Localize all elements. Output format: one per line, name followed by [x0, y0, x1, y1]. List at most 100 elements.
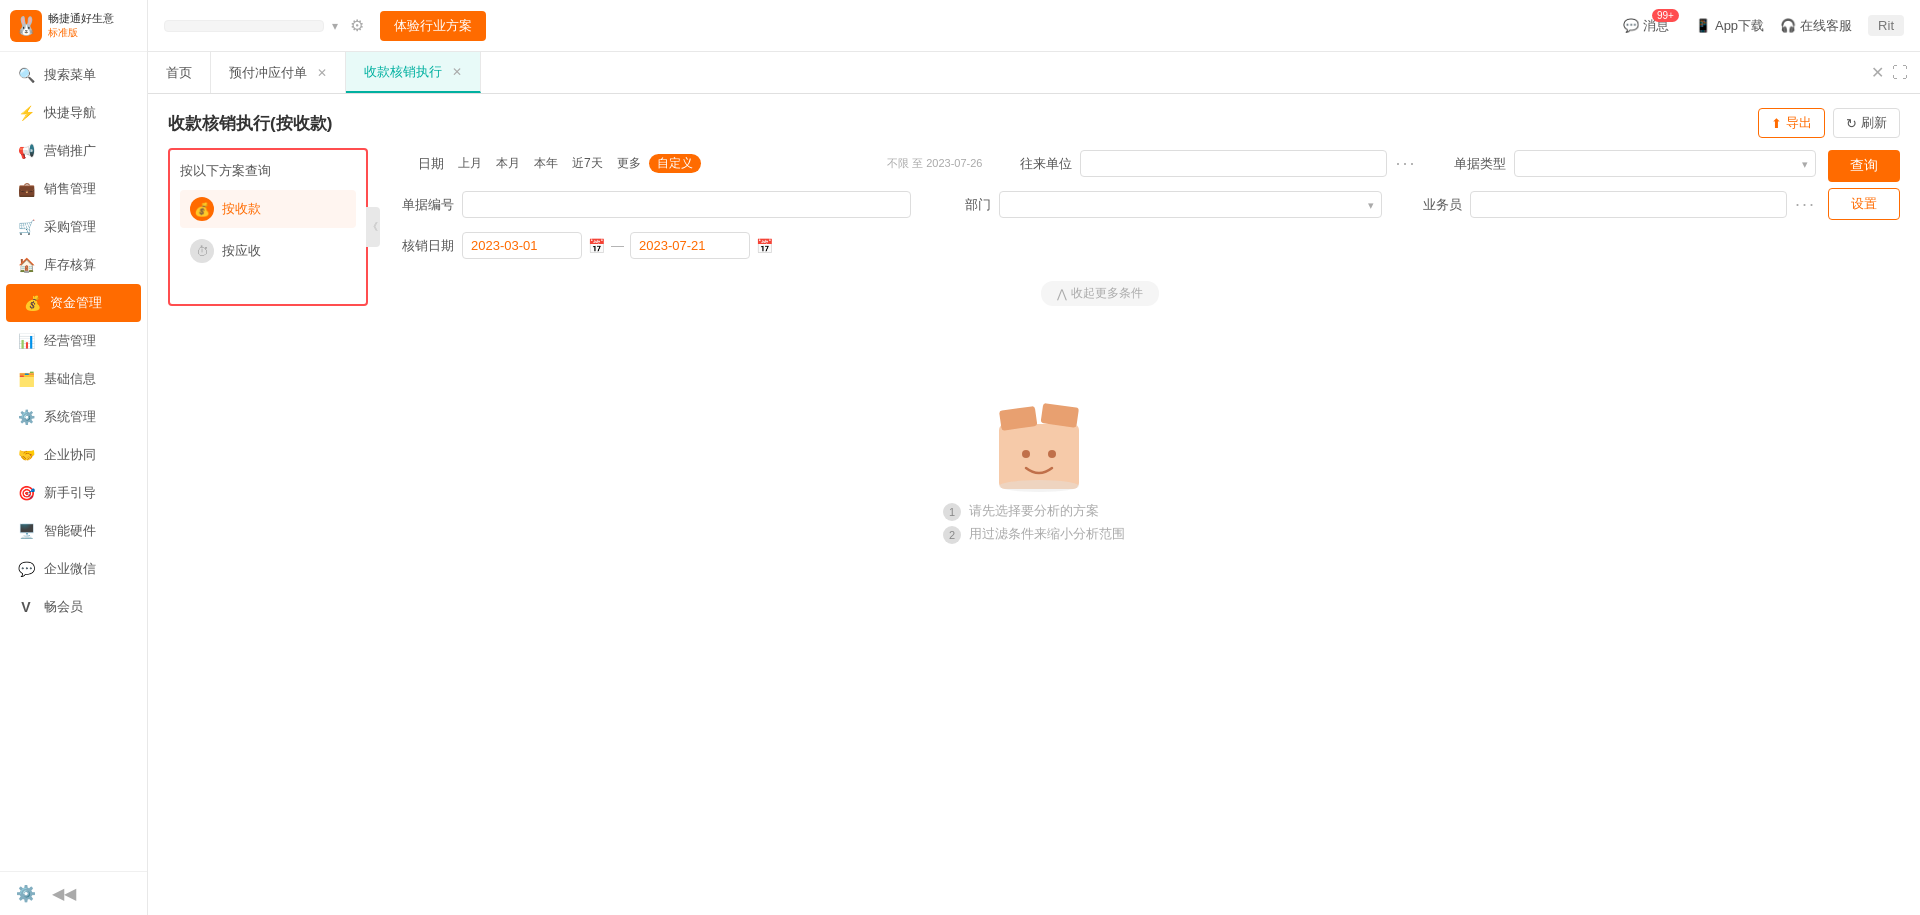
tab-home-label: 首页 — [166, 64, 192, 82]
settings-footer-icon[interactable]: ⚙️ — [16, 884, 36, 903]
online-service-label: 在线客服 — [1800, 17, 1852, 35]
export-button[interactable]: ⬆ 导出 — [1758, 108, 1825, 138]
sales-icon: 💼 — [16, 181, 36, 197]
tab-close-verify-icon[interactable]: ✕ — [452, 65, 462, 79]
date-label: 日期 — [384, 155, 444, 173]
sidebar-item-label: 新手引导 — [44, 484, 96, 502]
collapse-sidebar-icon[interactable]: ◀◀ — [52, 884, 76, 903]
sidebar-item-member[interactable]: V 畅会员 — [0, 588, 147, 626]
verify-date-start-input[interactable] — [462, 232, 582, 259]
sidebar-item-label: 资金管理 — [50, 294, 102, 312]
dept-select[interactable] — [999, 191, 1382, 218]
sidebar-item-system[interactable]: ⚙️ 系统管理 — [0, 398, 147, 436]
date-tab-custom[interactable]: 自定义 — [649, 154, 701, 173]
voucher-no-input[interactable] — [462, 191, 911, 218]
receipt-option-label: 按收款 — [222, 200, 261, 218]
management-icon: 📊 — [16, 333, 36, 349]
voucher-no-label: 单据编号 — [384, 196, 454, 214]
header-gear-icon[interactable]: ⚙ — [350, 16, 364, 35]
verify-end-calendar-icon[interactable]: 📅 — [756, 238, 773, 254]
user-profile[interactable]: Rit — [1868, 15, 1904, 36]
logo-icon: 🐰 — [10, 10, 42, 42]
verify-date-end-input[interactable] — [630, 232, 750, 259]
counterpart-input[interactable] — [1080, 150, 1387, 177]
date-tab-this-month[interactable]: 本月 — [490, 153, 526, 174]
collapse-more-button[interactable]: ⋀ 收起更多条件 — [1041, 281, 1159, 306]
sidebar-item-guide[interactable]: 🎯 新手引导 — [0, 474, 147, 512]
staff-input[interactable] — [1470, 191, 1787, 218]
sidebar-item-finance[interactable]: 💰 资金管理 — [6, 284, 141, 322]
tab-verify[interactable]: 收款核销执行 ✕ — [346, 52, 481, 93]
sidebar-nav: 🔍 搜索菜单 ⚡ 快捷导航 📢 营销推广 💼 销售管理 🛒 采购管理 🏠 库存核… — [0, 52, 147, 871]
date-tab-7days[interactable]: 近7天 — [566, 153, 609, 174]
industry-solution-button[interactable]: 体验行业方案 — [380, 11, 486, 41]
online-service-button[interactable]: 🎧 在线客服 — [1780, 17, 1852, 35]
empty-state: 1 请先选择要分析的方案 2 用过滤条件来缩小分析范围 — [168, 306, 1900, 588]
query-button[interactable]: 查询 — [1828, 150, 1900, 182]
sidebar-item-weixin[interactable]: 💬 企业微信 — [0, 550, 147, 588]
sidebar-item-basic[interactable]: 🗂️ 基础信息 — [0, 360, 147, 398]
page-title-bar: 收款核销执行(按收款) ⬆ 导出 ↻ 刷新 — [168, 94, 1900, 148]
system-icon: ⚙️ — [16, 409, 36, 425]
refresh-button[interactable]: ↻ 刷新 — [1833, 108, 1900, 138]
svg-point-5 — [999, 480, 1079, 492]
header-search-display — [164, 20, 324, 32]
sidebar-item-label: 库存核算 — [44, 256, 96, 274]
filter-voucher-no-field: 单据编号 — [384, 191, 911, 218]
top-header: ▾ ⚙ 体验行业方案 💬 消息 99+ 📱 App下载 🎧 在线客服 Rit — [148, 0, 1920, 52]
inventory-icon: 🏠 — [16, 257, 36, 273]
dept-label: 部门 — [931, 196, 991, 214]
voucher-type-select[interactable] — [1514, 150, 1816, 177]
tab-expand-icon[interactable]: ⛶ — [1892, 64, 1908, 82]
dept-select-wrap: ▾ — [999, 191, 1382, 218]
sidebar-item-label: 企业协同 — [44, 446, 96, 464]
verify-start-calendar-icon[interactable]: 📅 — [588, 238, 605, 254]
sidebar-item-hardware[interactable]: 🖥️ 智能硬件 — [0, 512, 147, 550]
svg-point-3 — [1022, 450, 1030, 458]
sidebar-item-management[interactable]: 📊 经营管理 — [0, 322, 147, 360]
collapse-filter-button[interactable]: 《 — [366, 207, 380, 247]
tab-verify-label: 收款核销执行 — [364, 63, 442, 81]
date-tab-more[interactable]: 更多 — [611, 153, 647, 174]
member-icon: V — [16, 599, 36, 615]
sidebar-item-label: 智能硬件 — [44, 522, 96, 540]
sidebar-item-label: 搜索菜单 — [44, 66, 96, 84]
sidebar-item-label: 系统管理 — [44, 408, 96, 426]
setting-button[interactable]: 设置 — [1828, 188, 1900, 220]
date-tab-last-month[interactable]: 上月 — [452, 153, 488, 174]
sidebar-item-label: 销售管理 — [44, 180, 96, 198]
sidebar-item-cooperation[interactable]: 🤝 企业协同 — [0, 436, 147, 474]
logo-name: 畅捷通好生意 — [48, 11, 114, 25]
svg-point-4 — [1048, 450, 1056, 458]
tab-prepay[interactable]: 预付冲应付单 ✕ — [211, 52, 346, 93]
sidebar-item-search[interactable]: 🔍 搜索菜单 — [0, 56, 147, 94]
sidebar-item-inventory[interactable]: 🏠 库存核算 — [0, 246, 147, 284]
filter-staff-field: 业务员 ··· — [1402, 191, 1816, 218]
filter-option-by-receivable[interactable]: ⏱ 按应收 — [180, 232, 356, 270]
header-chevron-icon[interactable]: ▾ — [332, 19, 338, 33]
staff-more-icon[interactable]: ··· — [1795, 194, 1816, 215]
tab-close-all-icon[interactable]: ✕ — [1871, 63, 1884, 82]
tab-close-prepay-icon[interactable]: ✕ — [317, 66, 327, 80]
sidebar-item-sales[interactable]: 💼 销售管理 — [0, 170, 147, 208]
filter-counterpart-field: 往来单位 ··· — [1002, 150, 1416, 177]
sidebar-item-marketing[interactable]: 📢 营销推广 — [0, 132, 147, 170]
app-download-button[interactable]: 📱 App下载 — [1695, 17, 1764, 35]
message-icon: 💬 — [1623, 18, 1639, 33]
tab-bar-actions: ✕ ⛶ — [1859, 52, 1920, 93]
tab-home[interactable]: 首页 — [148, 52, 211, 93]
purchase-icon: 🛒 — [16, 219, 36, 235]
sidebar-item-label: 经营管理 — [44, 332, 96, 350]
main-area: ▾ ⚙ 体验行业方案 💬 消息 99+ 📱 App下载 🎧 在线客服 Rit 首… — [148, 0, 1920, 915]
message-button[interactable]: 💬 消息 99+ — [1623, 17, 1669, 35]
date-tab-this-year[interactable]: 本年 — [528, 153, 564, 174]
page-content: 收款核销执行(按收款) ⬆ 导出 ↻ 刷新 按以下方案查询 — [148, 94, 1920, 915]
filter-right: 日期 上月 本月 本年 近7天 更多 自定义 — [384, 148, 1816, 306]
receivable-option-label: 按应收 — [222, 242, 261, 260]
sidebar-item-purchase[interactable]: 🛒 采购管理 — [0, 208, 147, 246]
sidebar-item-label: 基础信息 — [44, 370, 96, 388]
filter-option-by-receipt[interactable]: 💰 按收款 — [180, 190, 356, 228]
counterpart-more-icon[interactable]: ··· — [1395, 153, 1416, 174]
svg-rect-0 — [999, 424, 1079, 489]
sidebar-item-shortcut[interactable]: ⚡ 快捷导航 — [0, 94, 147, 132]
